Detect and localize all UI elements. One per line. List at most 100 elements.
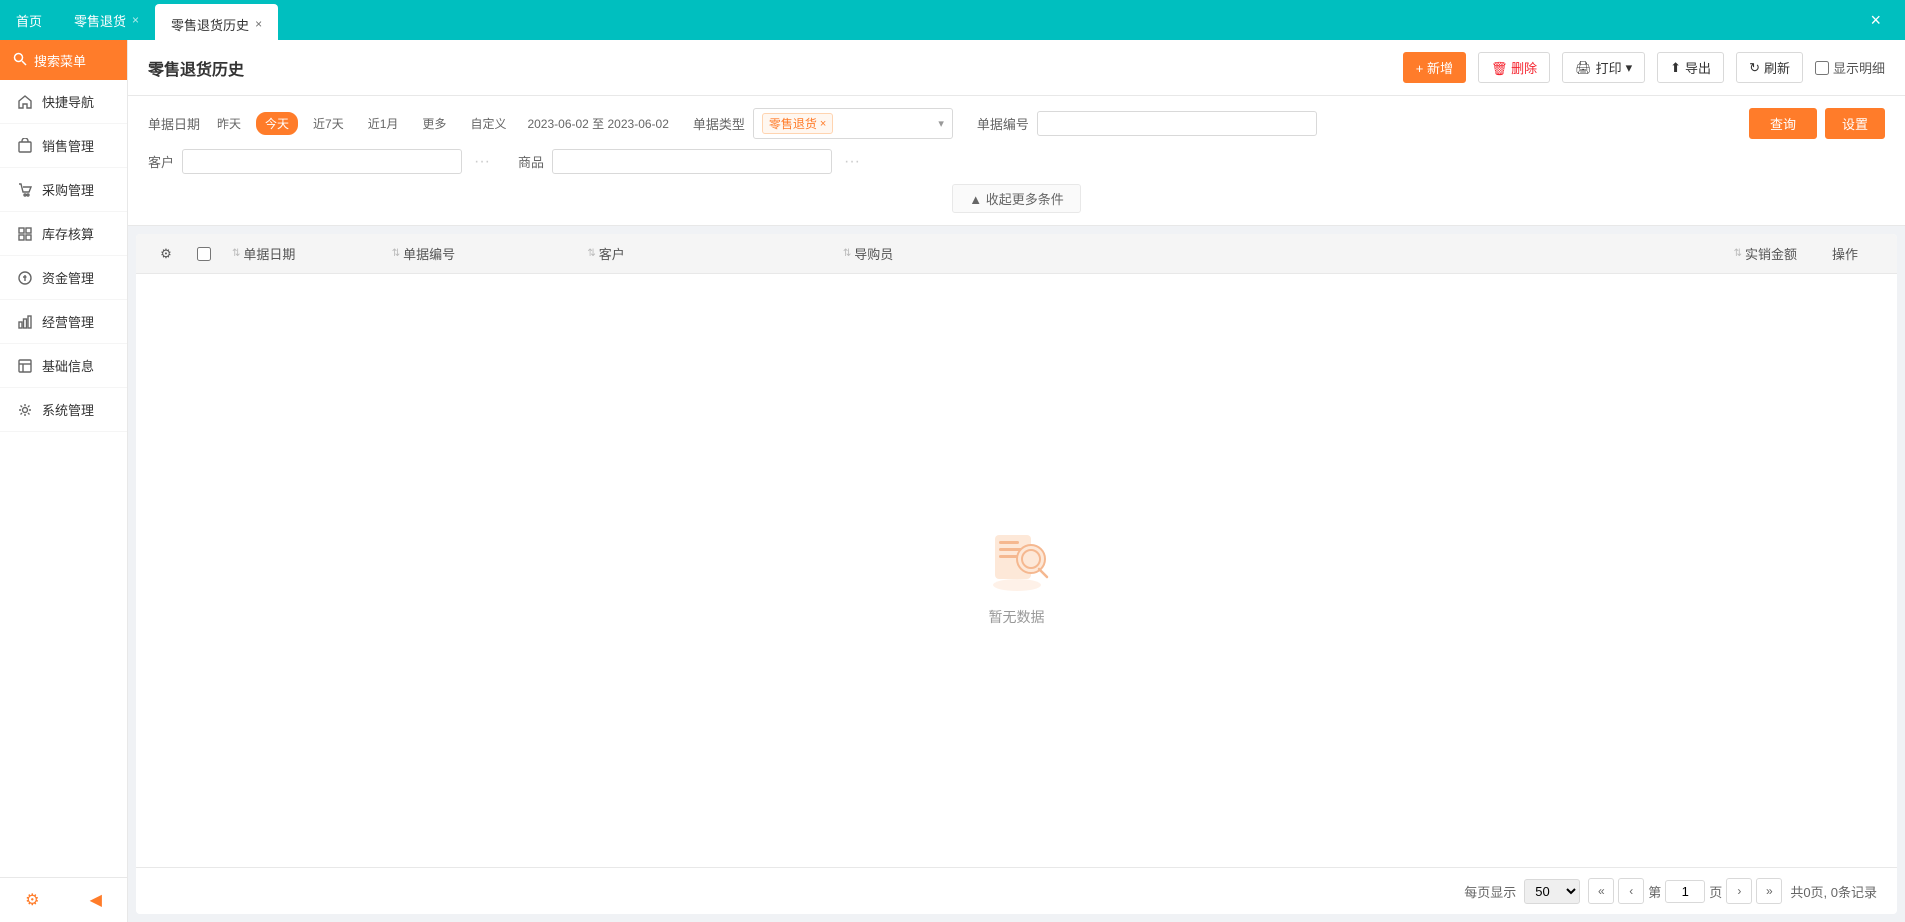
sidebar: 搜索菜单 快捷导航 销售管理 [0,40,128,922]
sort-icon[interactable]: ⇅ [232,248,240,259]
tab-home-label: 首页 [16,11,42,30]
th-guide-label: 导购员 [854,244,893,263]
commodity-more-icon[interactable]: ··· [844,153,860,171]
tab-retail-return-history-close[interactable]: × [255,17,262,31]
sidebar-item-operations[interactable]: 经营管理 [0,300,127,344]
sidebar-bottom: ⚙ ◀ [0,877,127,922]
column-settings-icon[interactable]: ⚙ [160,246,172,262]
sidebar-item-sales[interactable]: 销售管理 [0,124,127,168]
show-detail-label: 显示明细 [1833,58,1885,77]
sidebar-item-basic[interactable]: 基础信息 [0,344,127,388]
th-checkbox[interactable] [184,237,224,271]
new-button[interactable]: + 新增 [1403,52,1466,83]
sidebar-search[interactable]: 搜索菜单 [0,40,127,80]
window-close-button[interactable]: × [1862,6,1889,35]
tab-retail-return-label: 零售退货 [74,11,126,30]
show-detail-checkbox[interactable] [1815,61,1829,75]
page-header: 零售退货历史 + 新增 🗑 删除 🖨 打印 ▾ ⬆ 导出 ↻ 刷新 [128,40,1905,96]
tab-retail-return[interactable]: 零售退货 × [58,0,155,40]
collapse-row: ▲ 收起更多条件 [148,184,1885,213]
customer-filter: 客户 ··· [148,149,494,174]
refresh-icon: ↻ [1749,60,1760,76]
sort-icon[interactable]: ⇅ [1734,248,1742,259]
date-range-display: 2023-06-02 至 2023-06-02 [527,115,668,132]
page-next-button[interactable]: › [1726,878,1752,904]
empty-text: 暂无数据 [989,607,1045,627]
table-header: ⚙ ⇅ 单据日期 ⇅ 单据编号 ⇅ 客户 ⇅ [136,234,1897,274]
per-page-select[interactable]: 50 10 20 100 [1524,879,1580,904]
sidebar-item-system[interactable]: 系统管理 [0,388,127,432]
system-icon [16,401,34,419]
show-detail-checkbox-label[interactable]: 显示明细 [1815,58,1885,77]
sidebar-item-inventory[interactable]: 库存核算 [0,212,127,256]
th-ops: 操作 [1805,234,1885,273]
customer-input[interactable] [182,149,462,174]
pagination-nav: « ‹ 第 页 › » [1588,878,1782,904]
sidebar-collapse-button[interactable]: ◀ [82,886,110,914]
date-yesterday[interactable]: 昨天 [208,112,250,135]
export-button[interactable]: ⬆ 导出 [1657,52,1724,83]
pagination: 每页显示 50 10 20 100 « ‹ 第 页 › » 共0页, 0条记录 [136,867,1897,914]
voucher-type-filter: 单据类型 零售退货 × ▾ [693,108,953,139]
th-date: ⇅ 单据日期 [224,234,384,273]
empty-state: 暂无数据 [136,274,1897,867]
print-icon: 🖨 [1575,60,1592,76]
page-input[interactable] [1665,880,1705,903]
search-icon [12,51,28,70]
operations-icon [16,313,34,331]
voucher-no-input[interactable] [1037,111,1317,136]
finance-icon [16,269,34,287]
date-more[interactable]: 更多 [413,112,455,135]
tab-retail-return-close[interactable]: × [132,13,139,27]
collapse-button[interactable]: ▲ 收起更多条件 [952,184,1080,213]
sidebar-item-label: 快捷导航 [42,92,94,111]
page-label: 第 [1648,882,1661,901]
th-voucher-label: 单据编号 [403,244,455,263]
commodity-input[interactable] [552,149,832,174]
th-voucher-no: ⇅ 单据编号 [384,234,580,273]
filter-settings-button[interactable]: 设置 [1825,108,1885,139]
th-amount: ⇅ 实销金额 [1645,234,1805,273]
sort-icon[interactable]: ⇅ [587,248,595,259]
th-customer: ⇅ 客户 [579,234,835,273]
commodity-filter: 商品 ··· [518,149,864,174]
voucher-no-label: 单据编号 [977,114,1029,133]
page-title: 零售退货历史 [148,56,244,92]
sidebar-item-label: 经营管理 [42,312,94,331]
sidebar-item-purchase[interactable]: 采购管理 [0,168,127,212]
select-all-checkbox[interactable] [197,247,211,261]
filter-row-2: 客户 ··· 商品 ··· [148,149,1885,174]
delete-button[interactable]: 🗑 删除 [1478,52,1550,83]
content-area: 零售退货历史 + 新增 🗑 删除 🖨 打印 ▾ ⬆ 导出 ↻ 刷新 [128,40,1905,922]
sidebar-item-quick-nav[interactable]: 快捷导航 [0,80,127,124]
tab-home[interactable]: 首页 [0,0,58,40]
query-button[interactable]: 查询 [1749,108,1817,139]
sidebar-settings-button[interactable]: ⚙ [17,886,47,914]
page-last-button[interactable]: » [1756,878,1782,904]
page-actions: + 新增 🗑 删除 🖨 打印 ▾ ⬆ 导出 ↻ 刷新 显示明细 [1403,52,1885,95]
voucher-type-select[interactable]: 零售退货 × ▾ [753,108,953,139]
sidebar-item-label: 系统管理 [42,400,94,419]
basic-icon [16,357,34,375]
sidebar-item-finance[interactable]: 资金管理 [0,256,127,300]
th-settings[interactable]: ⚙ [148,236,184,272]
print-dropdown-icon: ▾ [1626,60,1633,76]
refresh-button[interactable]: ↻ 刷新 [1736,52,1803,83]
page-prev-button[interactable]: ‹ [1618,878,1644,904]
sort-icon[interactable]: ⇅ [392,248,400,259]
voucher-type-tag-text: 零售退货 [769,115,817,132]
sort-icon[interactable]: ⇅ [843,248,851,259]
print-button[interactable]: 🖨 打印 ▾ [1562,52,1645,83]
sidebar-item-label: 销售管理 [42,136,94,155]
page-first-button[interactable]: « [1588,878,1614,904]
filter-action-buttons: 查询 设置 [1749,108,1885,139]
customer-more-icon[interactable]: ··· [474,153,490,171]
date-1month[interactable]: 近1月 [359,112,408,135]
empty-icon [977,515,1057,595]
voucher-type-tag-close[interactable]: × [820,118,826,130]
date-custom[interactable]: 自定义 [461,112,515,135]
tab-retail-return-history[interactable]: 零售退货历史 × [155,4,278,44]
main-layout: 搜索菜单 快捷导航 销售管理 [0,40,1905,922]
date-7days[interactable]: 近7天 [304,112,353,135]
date-today[interactable]: 今天 [256,112,298,135]
